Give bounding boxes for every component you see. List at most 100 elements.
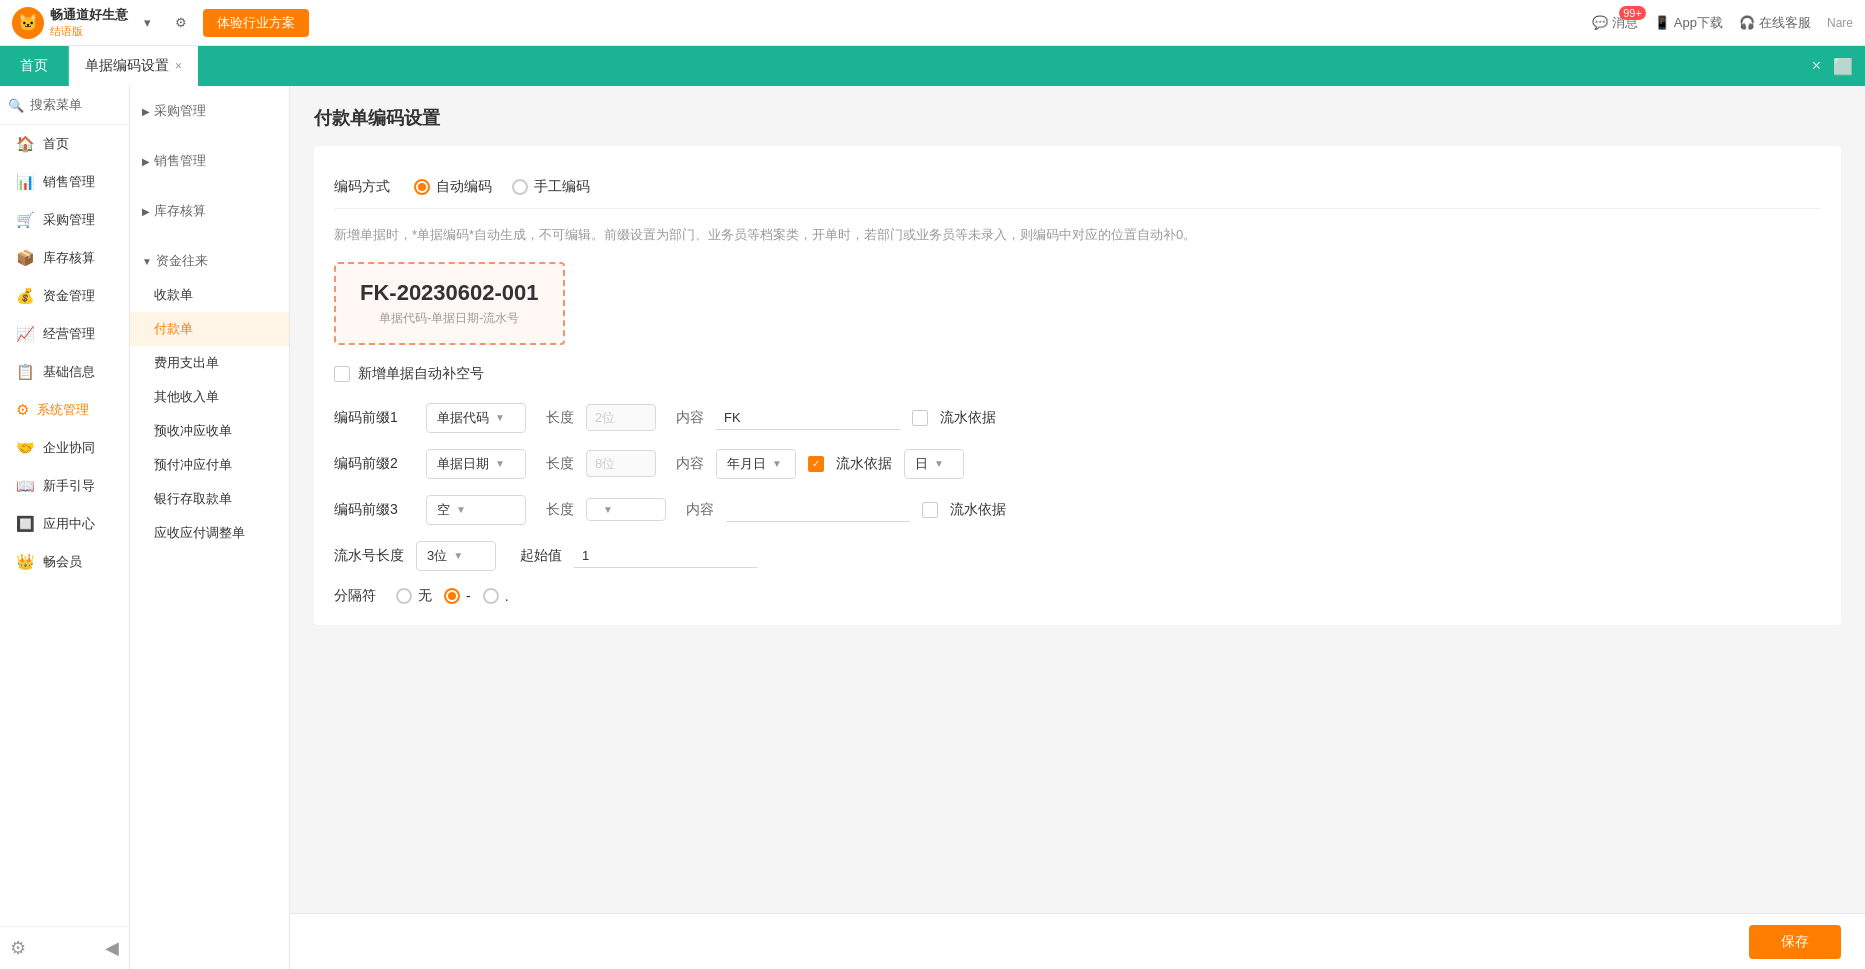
sep-dot-radio[interactable]: .	[483, 588, 509, 604]
serial-length-row: 流水号长度 3位 ▼ 起始值	[334, 541, 1821, 571]
encoding-method-row: 编码方式 自动编码 手工编码	[334, 166, 1821, 209]
tab-home[interactable]: 首页	[0, 46, 69, 86]
logo-text: 畅通道好生意 结语版	[50, 6, 128, 39]
trial-btn[interactable]: 体验行业方案	[203, 9, 309, 37]
service-label: 在线客服	[1759, 14, 1811, 32]
content: 付款单编码设置 编码方式 自动编码 手工编码	[290, 86, 1865, 913]
serial2-checkbox[interactable]: ✓	[808, 456, 824, 472]
search-icon: 🔍	[8, 98, 24, 113]
prefix-row-3: 编码前缀3 空 ▼ 长度 ▼ 内容 流水依据	[334, 495, 1821, 525]
dropdown-btn[interactable]: ▾	[136, 11, 159, 34]
manual-encode-radio[interactable]: 手工编码	[512, 178, 590, 196]
content2-chevron: ▼	[772, 458, 782, 469]
prefix1-chevron: ▼	[495, 412, 505, 423]
sidebar-item-enterprise[interactable]: 🤝 企业协同	[0, 429, 129, 467]
sep-none-radio[interactable]: 无	[396, 587, 432, 605]
sidebar-group-purchase-header[interactable]: ▶ 采购管理	[130, 94, 289, 128]
sidebar-sub-expense[interactable]: 费用支出单	[130, 346, 289, 380]
app-download-btn[interactable]: 📱 App下载	[1654, 14, 1723, 32]
prefix3-chevron: ▼	[456, 504, 466, 515]
sidebar-item-guide[interactable]: 📖 新手引导	[0, 467, 129, 505]
message-btn[interactable]: 💬 消息 99+	[1592, 14, 1638, 32]
sidebar-item-sales[interactable]: 📊 销售管理	[0, 163, 129, 201]
online-service-btn[interactable]: 🎧 在线客服	[1739, 14, 1811, 32]
sidebar-search[interactable]: 🔍 搜索菜单	[0, 86, 129, 125]
settings-card: 编码方式 自动编码 手工编码	[314, 146, 1841, 625]
sidebar-item-inventory[interactable]: 📦 库存核算	[0, 239, 129, 277]
content2-label: 内容	[676, 455, 704, 473]
length2-input[interactable]	[586, 450, 656, 477]
prefix1-value: 单据代码	[437, 409, 489, 427]
prefix3-select[interactable]: 空 ▼	[426, 495, 526, 525]
sep-dash-radio[interactable]: -	[444, 588, 471, 604]
settings-btn[interactable]: ⚙	[167, 11, 195, 34]
tab-close-btn[interactable]: ×	[175, 59, 182, 73]
sidebar-item-finance[interactable]: 💰 资金管理	[0, 277, 129, 315]
start-value-input[interactable]	[574, 544, 758, 568]
top-bar-left: 🐱 畅通道好生意 结语版 ▾ ⚙ 体验行业方案	[12, 6, 309, 39]
minimize-btn[interactable]: ×	[1812, 57, 1821, 75]
content3-input[interactable]	[726, 498, 910, 522]
prefix1-select[interactable]: 单据代码 ▼	[426, 403, 526, 433]
sidebar-sub-adjust[interactable]: 应收应付调整单	[130, 516, 289, 550]
sidebar-group-sales: ▶ 销售管理	[130, 136, 289, 186]
prefix2-chevron: ▼	[495, 458, 505, 469]
sidebar-item-purchase[interactable]: 🛒 采购管理	[0, 201, 129, 239]
serial3-checkbox[interactable]	[922, 502, 938, 518]
sidebar-item-basic[interactable]: 📋 基础信息	[0, 353, 129, 391]
sidebar-group-capital-header[interactable]: ▼ 资金往来	[130, 244, 289, 278]
sidebar-sub-payment[interactable]: 付款单	[130, 312, 289, 346]
sidebar-settings-btn[interactable]: ⚙	[10, 937, 26, 959]
serial1-checkbox[interactable]	[912, 410, 928, 426]
maximize-btn[interactable]: ⬜	[1833, 57, 1853, 76]
manual-encode-label: 手工编码	[534, 178, 590, 196]
code-preview-sub: 单据代码-单据日期-流水号	[360, 310, 539, 327]
serial-length-chevron: ▼	[453, 550, 463, 561]
app-download-label: App下载	[1674, 14, 1723, 32]
page-title: 付款单编码设置	[314, 106, 1841, 130]
sidebar-item-home[interactable]: 🏠 首页	[0, 125, 129, 163]
save-button[interactable]: 保存	[1749, 925, 1841, 959]
prefix-row-2: 编码前缀2 单据日期 ▼ 长度 内容 年月日 ▼ ✓ 流水依据 日	[334, 449, 1821, 479]
sidebar-item-member[interactable]: 👑 畅会员	[0, 543, 129, 581]
sidebar-item-operations[interactable]: 📈 经营管理	[0, 315, 129, 353]
serial-length-select[interactable]: 3位 ▼	[416, 541, 496, 571]
sidebar-sub-bank[interactable]: 银行存取款单	[130, 482, 289, 516]
chevron-right-icon3: ▶	[142, 206, 150, 217]
start-value-label: 起始值	[520, 547, 562, 565]
prefix2-select[interactable]: 单据日期 ▼	[426, 449, 526, 479]
auto-fill-row: 新增单据自动补空号	[334, 365, 1821, 383]
tab-current[interactable]: 单据编码设置 ×	[69, 46, 198, 86]
sidebar-sub-receipt[interactable]: 收款单	[130, 278, 289, 312]
auto-fill-checkbox[interactable]	[334, 366, 350, 382]
second-sidebar: ▶ 采购管理 ▶ 销售管理 ▶ 库存核算 ▼ 资金往来 收款单 付款单 费用支出…	[130, 86, 290, 969]
logo: 🐱 畅通道好生意 结语版	[12, 6, 128, 39]
sidebar-sub-prepay-payable[interactable]: 预付冲应付单	[130, 448, 289, 482]
sidebar-item-system[interactable]: ⚙ 系统管理	[0, 391, 129, 429]
sidebar-group-inventory-header[interactable]: ▶ 库存核算	[130, 194, 289, 228]
sidebar-item-apps[interactable]: 🔲 应用中心	[0, 505, 129, 543]
length3-select[interactable]: ▼	[586, 498, 666, 521]
system-icon: ⚙	[16, 401, 29, 419]
sidebar-sub-prepay-receivable[interactable]: 预收冲应收单	[130, 414, 289, 448]
sidebar-search-label: 搜索菜单	[30, 96, 82, 114]
content2-select[interactable]: 年月日 ▼	[716, 449, 796, 479]
sidebar-sub-other-income[interactable]: 其他收入单	[130, 380, 289, 414]
top-bar-nav: ▾ ⚙ 体验行业方案	[136, 9, 309, 37]
apps-icon: 🔲	[16, 515, 35, 533]
auto-encode-radio[interactable]: 自动编码	[414, 178, 492, 196]
prefix2-label: 编码前缀2	[334, 455, 414, 473]
content1-input[interactable]	[716, 406, 900, 430]
member-icon: 👑	[16, 553, 35, 571]
serial-length-label: 流水号长度	[334, 547, 404, 565]
sidebar-group-sales-header[interactable]: ▶ 销售管理	[130, 144, 289, 178]
code-preview: FK-20230602-001 单据代码-单据日期-流水号	[334, 262, 565, 345]
main-layout: 🔍 搜索菜单 🏠 首页 📊 销售管理 🛒 采购管理 📦 库存核算 💰 资金管理 …	[0, 86, 1865, 969]
serial2-unit-select[interactable]: 日 ▼	[904, 449, 964, 479]
tab-current-label: 单据编码设置	[85, 57, 169, 75]
guide-icon: 📖	[16, 477, 35, 495]
sidebar-group-purchase: ▶ 采购管理	[130, 86, 289, 136]
sidebar-collapse-btn[interactable]: ◀	[105, 937, 119, 959]
prefix-row-1: 编码前缀1 单据代码 ▼ 长度 内容 流水依据	[334, 403, 1821, 433]
length1-input[interactable]	[586, 404, 656, 431]
